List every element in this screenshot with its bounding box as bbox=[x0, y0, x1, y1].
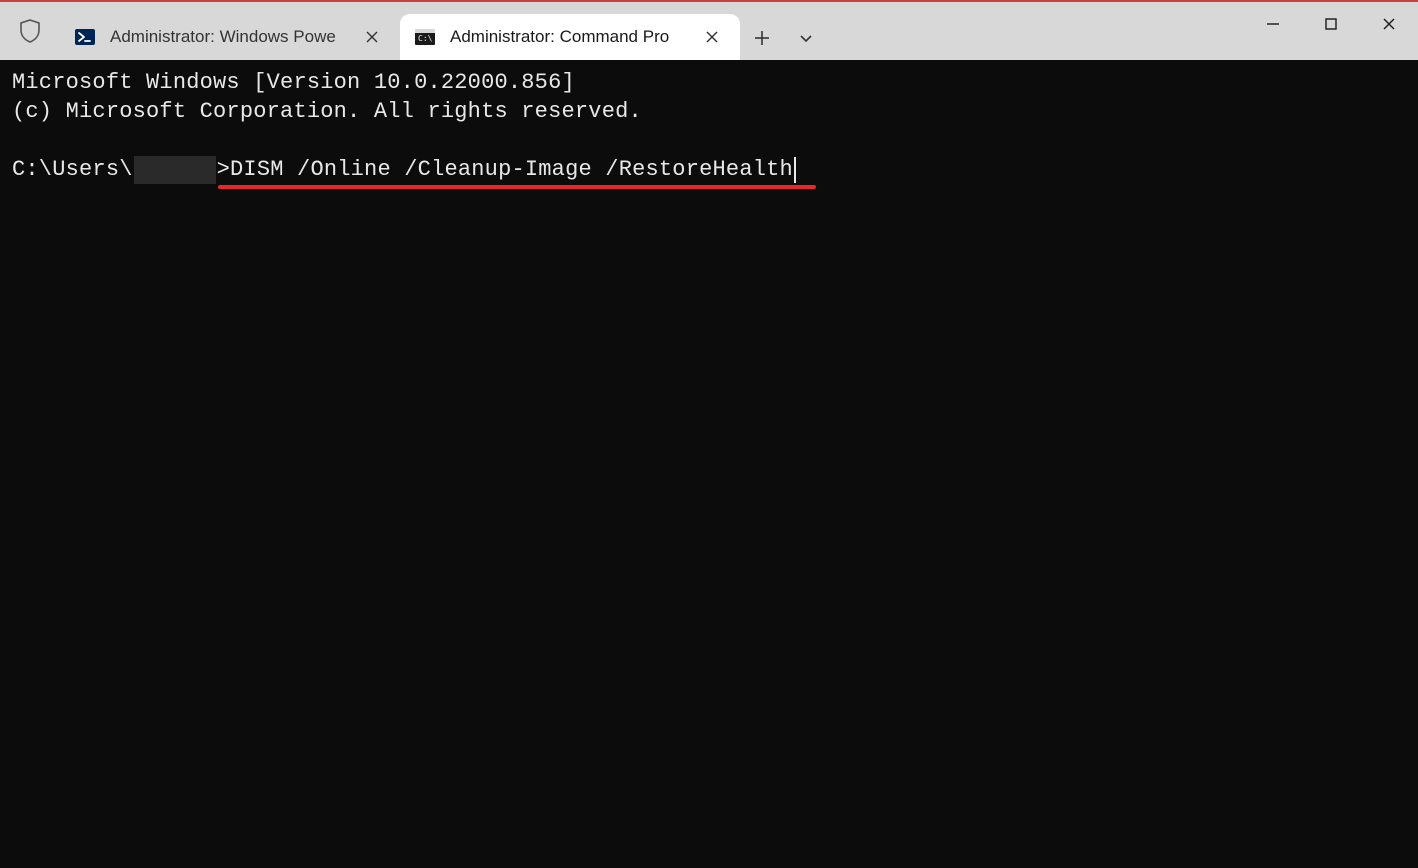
close-icon bbox=[1382, 17, 1396, 31]
minimize-icon bbox=[1266, 17, 1280, 31]
terminal-output[interactable]: Microsoft Windows [Version 10.0.22000.85… bbox=[0, 60, 1418, 868]
text-cursor bbox=[794, 157, 796, 183]
maximize-button[interactable] bbox=[1302, 2, 1360, 46]
maximize-icon bbox=[1324, 17, 1338, 31]
tab-close-button[interactable] bbox=[698, 23, 726, 51]
annotation-underline bbox=[218, 185, 816, 189]
terminal-prompt-line: C:\Users\ >DISM /Online /Cleanup-Image /R… bbox=[12, 155, 1406, 184]
terminal-line-version: Microsoft Windows [Version 10.0.22000.85… bbox=[12, 68, 1406, 97]
tab-dropdown-button[interactable] bbox=[784, 16, 828, 60]
svg-text:C:\: C:\ bbox=[418, 34, 433, 43]
tab-command-prompt[interactable]: C:\ Administrator: Command Pro bbox=[400, 14, 740, 60]
chevron-down-icon bbox=[799, 31, 813, 45]
tab-powershell[interactable]: Administrator: Windows Powe bbox=[60, 14, 400, 60]
terminal-blank-line bbox=[12, 126, 1406, 155]
new-tab-button[interactable] bbox=[740, 16, 784, 60]
tab-strip: Administrator: Windows Powe C:\ Administ… bbox=[60, 2, 828, 60]
terminal-line-copyright: (c) Microsoft Corporation. All rights re… bbox=[12, 97, 1406, 126]
powershell-icon bbox=[74, 26, 96, 48]
close-icon bbox=[366, 31, 378, 43]
prompt-prefix: C:\Users\ bbox=[12, 155, 133, 184]
tab-label: Administrator: Command Pro bbox=[450, 27, 690, 47]
plus-icon bbox=[754, 30, 770, 46]
titlebar-left bbox=[0, 2, 60, 60]
prompt-suffix: > bbox=[217, 155, 230, 184]
tab-close-button[interactable] bbox=[358, 23, 386, 51]
tab-label: Administrator: Windows Powe bbox=[110, 27, 350, 47]
shield-admin-icon bbox=[18, 19, 42, 43]
minimize-button[interactable] bbox=[1244, 2, 1302, 46]
window-close-button[interactable] bbox=[1360, 2, 1418, 46]
cmd-icon: C:\ bbox=[414, 26, 436, 48]
titlebar: Administrator: Windows Powe C:\ Administ… bbox=[0, 2, 1418, 60]
command-text: DISM /Online /Cleanup-Image /RestoreHeal… bbox=[230, 155, 793, 184]
redacted-username bbox=[134, 156, 216, 184]
window-controls bbox=[1244, 2, 1418, 46]
close-icon bbox=[706, 31, 718, 43]
